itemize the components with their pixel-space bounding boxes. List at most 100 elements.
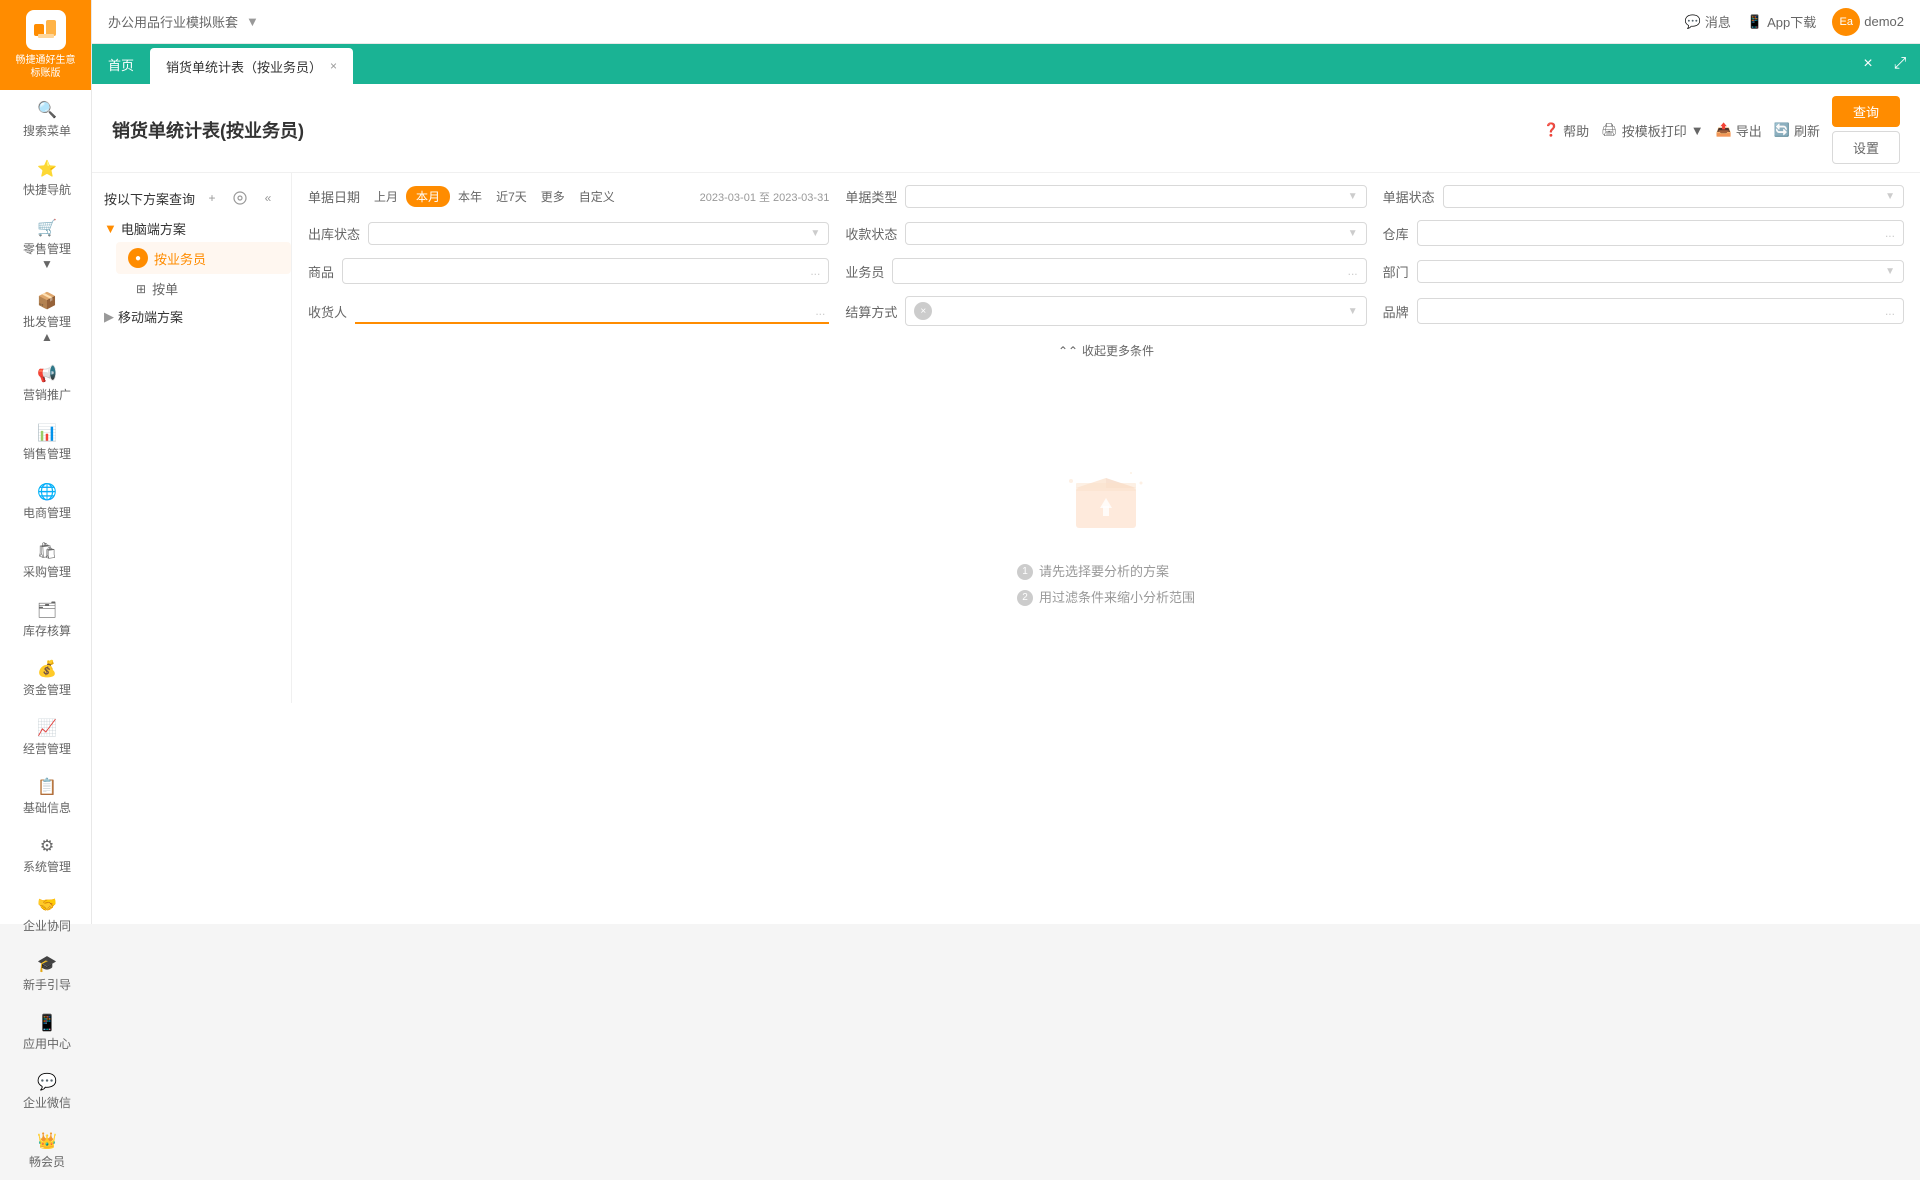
bill-status-filter: 单据状态 ▼	[1383, 185, 1904, 208]
sidebar-item-search-menu[interactable]: 🔍 搜索菜单	[0, 90, 91, 149]
sub-child-icon: ⊞	[136, 282, 146, 296]
bill-status-arrow: ▼	[1885, 191, 1895, 202]
goods-dots[interactable]: ...	[810, 264, 820, 278]
export-icon: 📤	[1716, 122, 1732, 138]
tree-child-by-salesperson[interactable]: ● 按业务员	[116, 242, 291, 274]
bill-status-select[interactable]: ▼	[1443, 185, 1904, 208]
message-button[interactable]: 💬 消息	[1685, 12, 1731, 31]
sidebar-item-enterprise-wechat[interactable]: 💬 企业微信	[0, 1062, 91, 1121]
query-button[interactable]: 查询	[1832, 96, 1900, 127]
receipt-status-label: 收款状态	[845, 224, 897, 243]
tab-bar: 首页 销货单统计表（按业务员） × × ⤢	[92, 44, 1920, 84]
date-tab-last-month[interactable]: 上月	[368, 186, 404, 207]
page-container: 销货单统计表(按业务员) ❓ 帮助 🖨 按模板打印 ▼ 📤 导出	[92, 84, 1920, 924]
bill-type-label: 单据类型	[845, 187, 897, 206]
user-avatar-area[interactable]: Ea demo2	[1832, 8, 1904, 36]
message-icon: 💬	[1685, 14, 1701, 30]
sidebar-item-retail[interactable]: 🛒 零售管理 ▼	[0, 208, 91, 281]
sidebar-item-sales[interactable]: 📊 销售管理	[0, 413, 91, 472]
consignee-input-wrapper: ...	[355, 299, 829, 324]
brand-input[interactable]: ...	[1417, 298, 1904, 324]
goods-input[interactable]: ...	[342, 258, 829, 284]
content-area: 销货单统计表(按业务员) ❓ 帮助 🖨 按模板打印 ▼ 📤 导出	[92, 84, 1920, 924]
scheme-settings-button[interactable]	[229, 187, 251, 209]
app-download-button[interactable]: 📱 App下载	[1747, 12, 1816, 31]
tree-section: ▼ 电脑端方案 ● 按业务员 ⊞ 按单	[92, 215, 291, 330]
tree-child-label: 按业务员	[154, 249, 206, 268]
dept-filter: 部门 ▼	[1383, 260, 1904, 283]
tab-home[interactable]: 首页	[92, 44, 150, 84]
collapse-bar: ⌃⌃ 收起更多条件	[308, 334, 1904, 363]
right-filter-panel: 单据日期 上月 本月 本年 近7天 更多 自定义 2023-03-01 至 20…	[292, 173, 1920, 703]
bill-type-select[interactable]: ▼	[905, 185, 1366, 208]
date-label: 单据日期	[308, 187, 360, 206]
dept-select[interactable]: ▼	[1417, 260, 1904, 283]
consignee-filter: 收货人 ...	[308, 299, 829, 324]
sidebar-item-enterprise[interactable]: 🤝 企业协同	[0, 885, 91, 944]
tree-sub-child-by-order[interactable]: ⊞ 按单	[116, 274, 291, 303]
salesperson-filter: 业务员 ...	[845, 258, 1366, 284]
payment-method-select[interactable]: × ▼	[905, 296, 1366, 326]
date-tab-more[interactable]: 更多	[535, 186, 571, 207]
tree-child-container: ● 按业务员 ⊞ 按单	[92, 242, 291, 303]
sidebar: 畅捷通好生意标账版 🔍 搜索菜单 ⭐ 快捷导航 🛒 零售管理 ▼ 📦 批发管理 …	[0, 0, 92, 924]
salesperson-dots[interactable]: ...	[1348, 264, 1358, 278]
export-button[interactable]: 📤 导出	[1716, 121, 1762, 140]
collapse-button[interactable]: ⌃⌃ 收起更多条件	[1058, 342, 1154, 359]
settings-button[interactable]: 设置	[1832, 131, 1900, 164]
warehouse-input[interactable]: ...	[1417, 220, 1904, 246]
receipt-status-select[interactable]: ▼	[905, 222, 1366, 245]
receipt-status-arrow: ▼	[1348, 228, 1358, 239]
sidebar-item-operations[interactable]: 📈 经营管理	[0, 708, 91, 767]
sidebar-item-basic-info[interactable]: 📋 基础信息	[0, 767, 91, 826]
sidebar-item-purchase[interactable]: 🛍 采购管理	[0, 531, 91, 590]
sidebar-item-member[interactable]: 👑 畅会员	[0, 1121, 91, 1180]
empty-tips: 1 请先选择要分析的方案 2 用过滤条件来缩小分析范围	[1017, 559, 1195, 611]
header-dropdown-icon[interactable]: ▼	[246, 14, 259, 29]
sidebar-item-system[interactable]: ⚙ 系统管理	[0, 826, 91, 885]
tree-parent-pc[interactable]: ▼ 电脑端方案	[92, 215, 291, 242]
warehouse-filter: 仓库 ...	[1383, 220, 1904, 246]
empty-state: 1 请先选择要分析的方案 2 用过滤条件来缩小分析范围	[308, 363, 1904, 691]
sidebar-item-app-center[interactable]: 📱 应用中心	[0, 1003, 91, 1062]
window-expand-btn[interactable]: ⤢	[1888, 52, 1912, 76]
sidebar-item-marketing[interactable]: 📢 营销推广	[0, 354, 91, 413]
print-button[interactable]: 🖨 按模板打印 ▼	[1601, 121, 1703, 140]
refresh-button[interactable]: 🔄 刷新	[1774, 121, 1820, 140]
sidebar-logo[interactable]: 畅捷通好生意标账版	[0, 0, 91, 90]
date-tab-7days[interactable]: 近7天	[490, 186, 533, 207]
receipt-status-filter: 收款状态 ▼	[845, 222, 1366, 245]
sidebar-item-inventory[interactable]: 🗂 库存核算	[0, 590, 91, 649]
sidebar-item-finance[interactable]: 💰 资金管理	[0, 649, 91, 708]
collapse-panel-button[interactable]: «	[257, 187, 279, 209]
date-tab-this-year[interactable]: 本年	[452, 186, 488, 207]
out-status-select[interactable]: ▼	[368, 222, 829, 245]
add-scheme-button[interactable]: +	[201, 187, 223, 209]
brand-filter: 品牌 ...	[1383, 298, 1904, 324]
warehouse-dots[interactable]: ...	[1885, 226, 1895, 240]
tree-parent-mobile[interactable]: ▶ 移动端方案	[92, 303, 291, 330]
payment-method-label: 结算方式	[845, 302, 897, 321]
tree-active-icon: ●	[128, 248, 148, 268]
window-close-btn[interactable]: ×	[1856, 52, 1880, 76]
brand-dots[interactable]: ...	[1885, 304, 1895, 318]
payment-method-clear[interactable]: ×	[914, 302, 932, 320]
logo-icon	[26, 10, 66, 50]
help-button[interactable]: ❓ 帮助	[1543, 121, 1589, 140]
consignee-input[interactable]	[355, 299, 829, 324]
sidebar-item-quick-nav[interactable]: ⭐ 快捷导航	[0, 149, 91, 208]
date-tab-this-month[interactable]: 本月	[406, 186, 450, 207]
salesperson-input[interactable]: ...	[892, 258, 1366, 284]
sidebar-item-wholesale[interactable]: 📦 批发管理 ▲	[0, 281, 91, 354]
date-tab-custom[interactable]: 自定义	[573, 186, 621, 207]
payment-method-filter: 结算方式 × ▼	[845, 296, 1366, 326]
out-status-filter: 出库状态 ▼	[308, 222, 829, 245]
header-title: 办公用品行业模拟账套	[108, 12, 238, 31]
date-filter-row: 单据日期 上月 本月 本年 近7天 更多 自定义 2023-03-01 至 20…	[308, 186, 829, 207]
sidebar-item-ecommerce[interactable]: 🌐 电商管理	[0, 472, 91, 531]
sidebar-item-newbie[interactable]: 🎓 新手引导	[0, 944, 91, 1003]
tree-pc-label: 电脑端方案	[121, 219, 186, 238]
tab-sales-stats[interactable]: 销货单统计表（按业务员） ×	[150, 48, 353, 84]
tab-close-icon[interactable]: ×	[330, 59, 337, 73]
consignee-dots[interactable]: ...	[815, 304, 825, 318]
